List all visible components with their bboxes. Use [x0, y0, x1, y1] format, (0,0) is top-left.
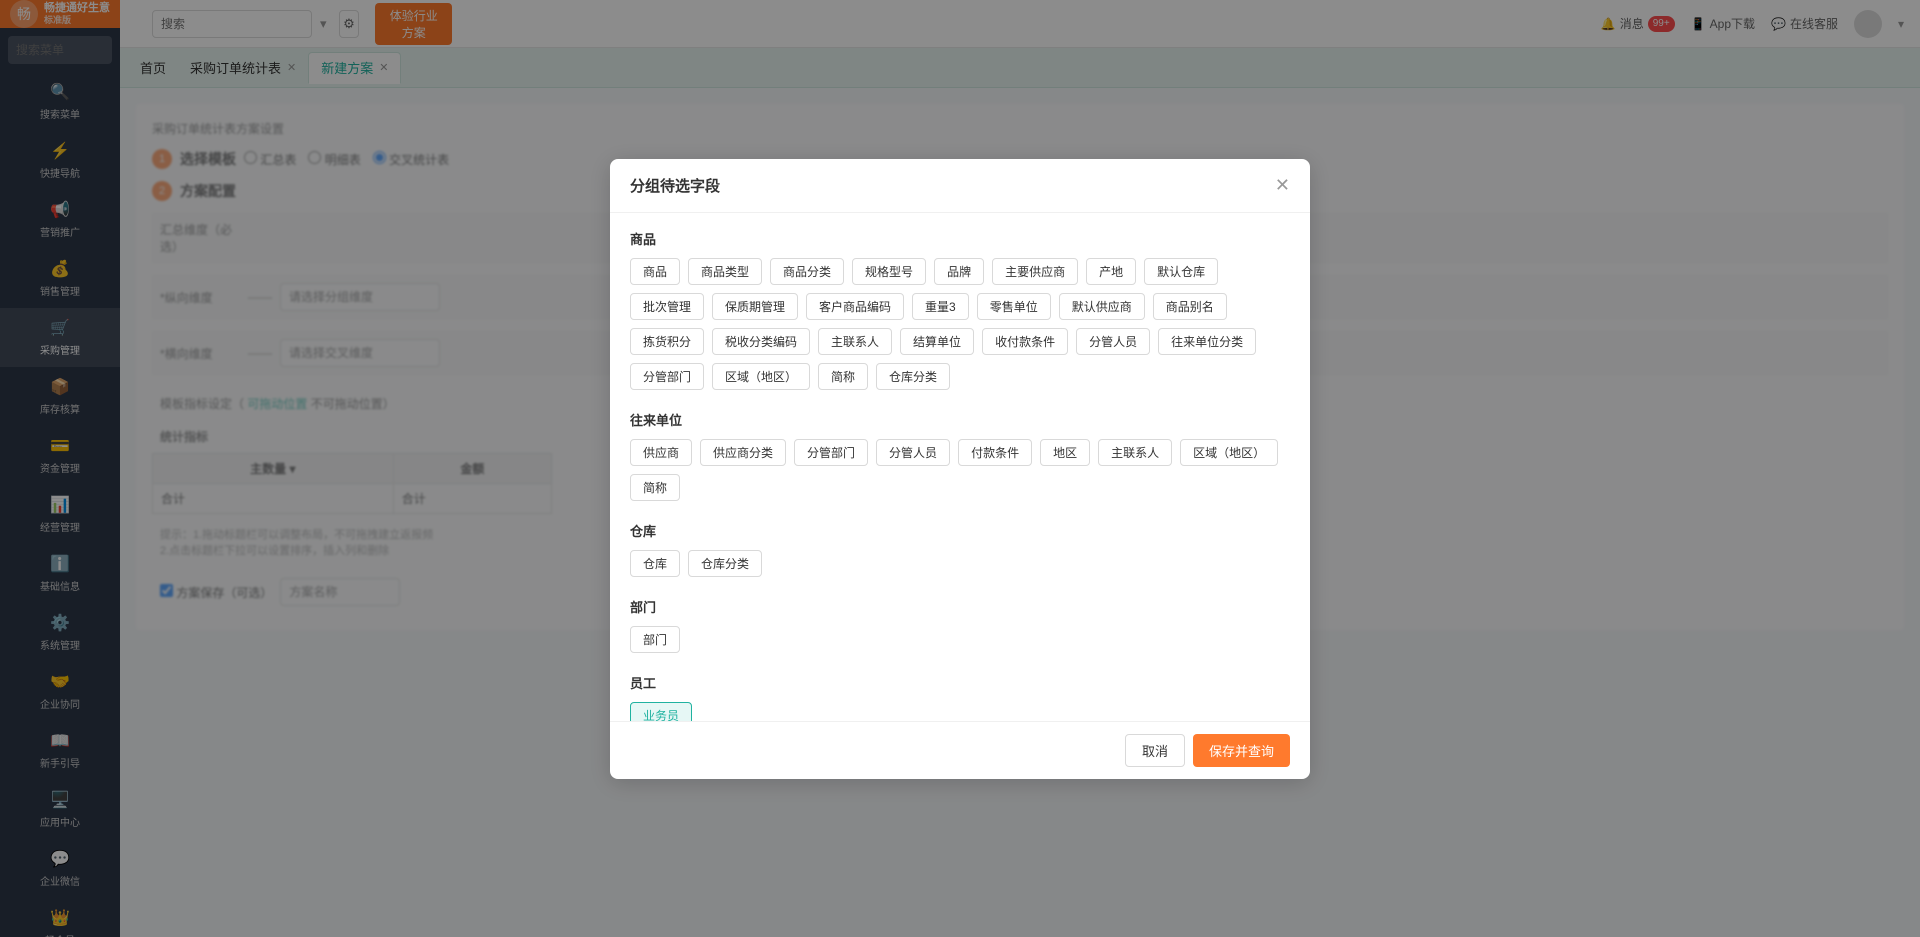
- modal-footer: 取消 保存并查询: [610, 721, 1310, 779]
- field-tag-1-3[interactable]: 分管人员: [876, 439, 950, 466]
- close-icon[interactable]: ✕: [1275, 176, 1290, 194]
- modal: 分组待选字段 ✕ 商品商品商品类型商品分类规格型号品牌主要供应商产地默认仓库批次…: [610, 159, 1310, 779]
- field-tags-4: 业务员: [630, 702, 1290, 721]
- field-tag-0-11[interactable]: 重量3: [912, 293, 969, 320]
- field-group-title-1: 往来单位: [630, 410, 1290, 429]
- field-group-3: 部门部门: [630, 597, 1290, 653]
- field-tags-2: 仓库仓库分类: [630, 550, 1290, 577]
- modal-title: 分组待选字段: [630, 175, 720, 196]
- field-tag-2-1[interactable]: 仓库分类: [688, 550, 762, 577]
- field-tag-1-1[interactable]: 供应商分类: [700, 439, 786, 466]
- field-tag-0-1[interactable]: 商品类型: [688, 258, 762, 285]
- field-tag-0-20[interactable]: 分管人员: [1076, 328, 1150, 355]
- field-group-title-0: 商品: [630, 229, 1290, 248]
- field-tag-0-3[interactable]: 规格型号: [852, 258, 926, 285]
- field-group-2: 仓库仓库仓库分类: [630, 521, 1290, 577]
- field-tag-0-5[interactable]: 主要供应商: [992, 258, 1078, 285]
- field-tag-1-5[interactable]: 地区: [1040, 439, 1090, 466]
- field-tag-1-0[interactable]: 供应商: [630, 439, 692, 466]
- field-tag-1-8[interactable]: 简称: [630, 474, 680, 501]
- field-tag-0-2[interactable]: 商品分类: [770, 258, 844, 285]
- field-tag-0-8[interactable]: 批次管理: [630, 293, 704, 320]
- field-tag-1-2[interactable]: 分管部门: [794, 439, 868, 466]
- confirm-button[interactable]: 保存并查询: [1193, 734, 1290, 767]
- field-tag-0-18[interactable]: 结算单位: [900, 328, 974, 355]
- field-tag-0-25[interactable]: 仓库分类: [876, 363, 950, 390]
- field-tag-0-7[interactable]: 默认仓库: [1144, 258, 1218, 285]
- field-group-title-2: 仓库: [630, 521, 1290, 540]
- field-group-title-4: 员工: [630, 673, 1290, 692]
- field-tags-1: 供应商供应商分类分管部门分管人员付款条件地区主联系人区域（地区） 简称: [630, 439, 1290, 501]
- field-group-title-3: 部门: [630, 597, 1290, 616]
- field-tag-0-9[interactable]: 保质期管理: [712, 293, 798, 320]
- field-tag-1-4[interactable]: 付款条件: [958, 439, 1032, 466]
- field-tag-0-6[interactable]: 产地: [1086, 258, 1136, 285]
- modal-body: 商品商品商品类型商品分类规格型号品牌主要供应商产地默认仓库批次管理保质期管理客户…: [610, 213, 1310, 721]
- field-group-4: 员工业务员: [630, 673, 1290, 721]
- field-tag-1-7[interactable]: 区域（地区）: [1180, 439, 1278, 466]
- field-tag-0-0[interactable]: 商品: [630, 258, 680, 285]
- field-group-1: 往来单位供应商供应商分类分管部门分管人员付款条件地区主联系人区域（地区） 简称: [630, 410, 1290, 501]
- field-tag-0-13[interactable]: 默认供应商: [1059, 293, 1145, 320]
- field-tag-3-0[interactable]: 部门: [630, 626, 680, 653]
- field-tag-0-12[interactable]: 零售单位: [977, 293, 1051, 320]
- field-tag-0-15[interactable]: 拣货积分: [630, 328, 704, 355]
- field-tags-3: 部门: [630, 626, 1290, 653]
- field-tag-0-14[interactable]: 商品别名: [1153, 293, 1227, 320]
- field-tag-0-21[interactable]: 往来单位分类: [1158, 328, 1256, 355]
- field-tag-0-23[interactable]: 区域（地区）: [712, 363, 810, 390]
- field-group-0: 商品商品商品类型商品分类规格型号品牌主要供应商产地默认仓库批次管理保质期管理客户…: [630, 229, 1290, 390]
- field-tag-4-0[interactable]: 业务员: [630, 702, 692, 721]
- field-tag-0-22[interactable]: 分管部门: [630, 363, 704, 390]
- field-tag-0-16[interactable]: 税收分类编码: [712, 328, 810, 355]
- field-tag-1-6[interactable]: 主联系人: [1098, 439, 1172, 466]
- cancel-button[interactable]: 取消: [1125, 734, 1185, 767]
- field-tag-2-0[interactable]: 仓库: [630, 550, 680, 577]
- field-tags-0: 商品商品类型商品分类规格型号品牌主要供应商产地默认仓库批次管理保质期管理客户商品…: [630, 258, 1290, 390]
- field-tag-0-17[interactable]: 主联系人: [818, 328, 892, 355]
- modal-overlay: 分组待选字段 ✕ 商品商品商品类型商品分类规格型号品牌主要供应商产地默认仓库批次…: [0, 0, 1920, 937]
- field-tag-0-4[interactable]: 品牌: [934, 258, 984, 285]
- field-tag-0-10[interactable]: 客户商品编码: [806, 293, 904, 320]
- field-tag-0-24[interactable]: 简称: [818, 363, 868, 390]
- field-tag-0-19[interactable]: 收付款条件: [982, 328, 1068, 355]
- modal-header: 分组待选字段 ✕: [610, 159, 1310, 213]
